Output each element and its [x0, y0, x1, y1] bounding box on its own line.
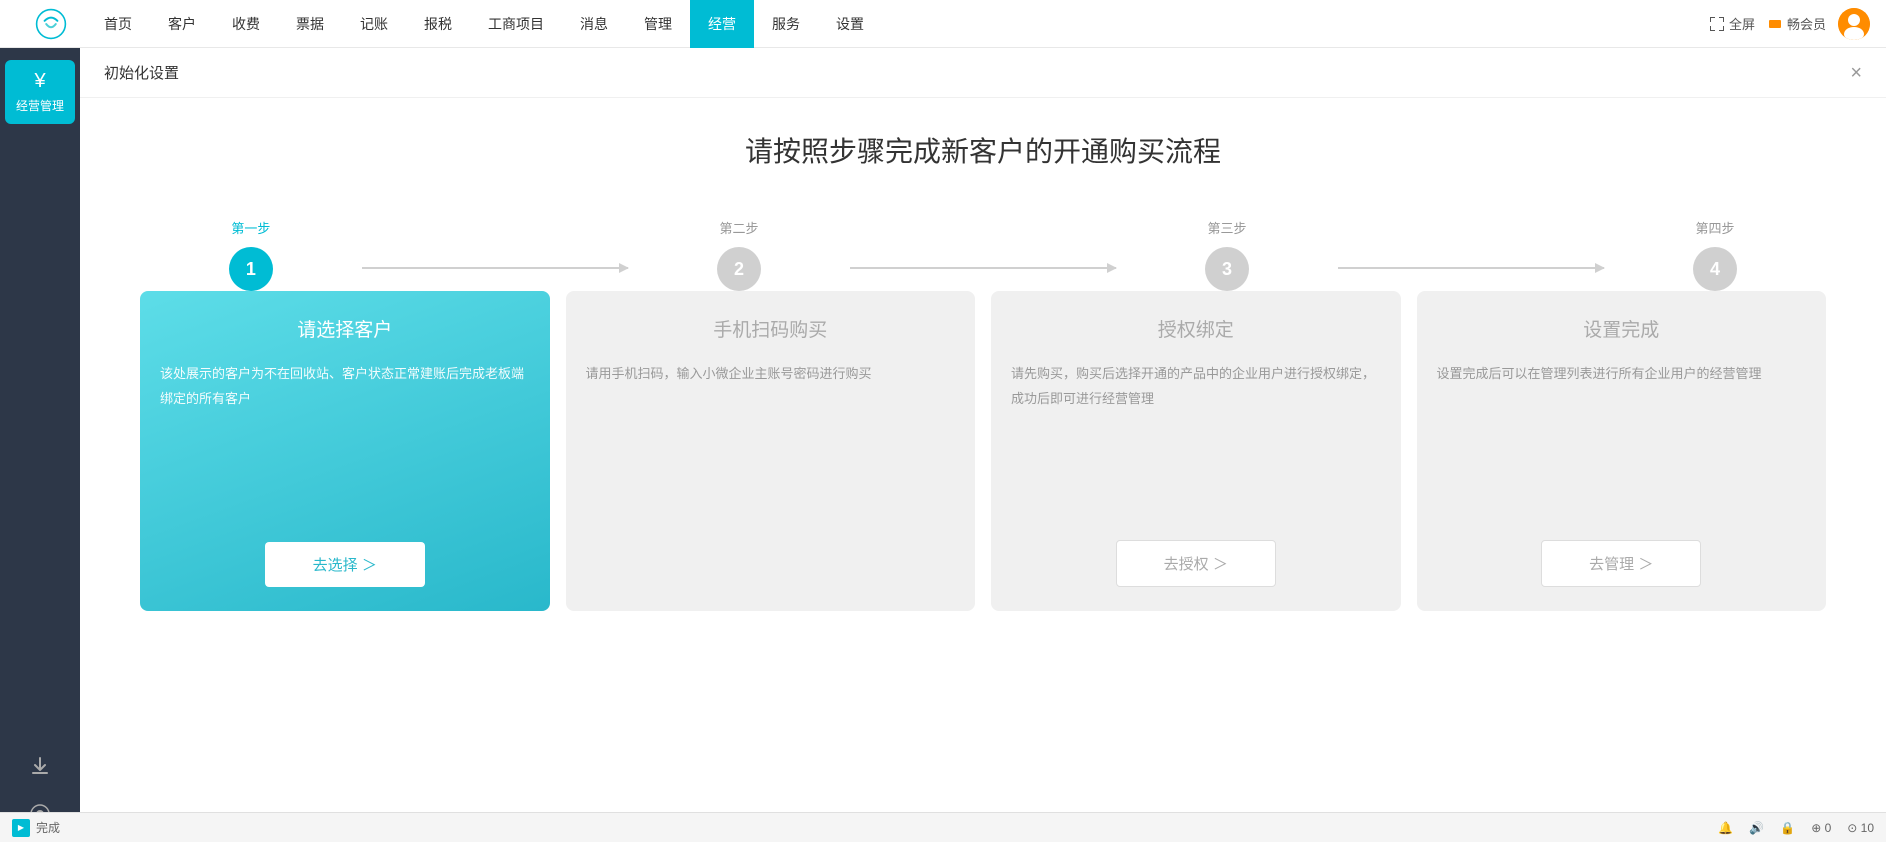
cards-row: 请选择客户 该处展示的客户为不在回收站、客户状态正常建账后完成老板端绑定的所有客… [140, 291, 1826, 611]
nav-item-manage[interactable]: 管理 [626, 0, 690, 48]
step-node-1: 第一步 1 [140, 218, 362, 291]
step-circle-2: 2 [717, 247, 761, 291]
step-label-1: 第一步 [231, 218, 270, 237]
nav-item-tax[interactable]: 报税 [406, 0, 470, 48]
status-volume-icon: 🔊 [1749, 821, 1764, 835]
go-authorize-button[interactable]: 去授权 ＞ [1116, 540, 1276, 587]
nav-item-customer[interactable]: 客户 [150, 0, 214, 48]
step-node-3: 第三步 3 [1116, 218, 1338, 291]
step-circle-3: 3 [1205, 247, 1249, 291]
connector-1 [362, 267, 628, 269]
card-action-3: 去授权 ＞ [1116, 540, 1276, 587]
step-card-1: 请选择客户 该处展示的客户为不在回收站、客户状态正常建账后完成老板端绑定的所有客… [140, 291, 550, 611]
status-bell-icon: 🔔 [1718, 821, 1733, 835]
nav-item-operation[interactable]: 经营 [690, 0, 754, 48]
go-select-button[interactable]: 去选择 ＞ [265, 542, 425, 587]
step-label-3: 第三步 [1208, 218, 1247, 237]
step-node-2: 第二步 2 [628, 218, 850, 291]
nav-items: 首页 客户 收费 票据 记账 报税 工商项目 消息 管理 经营 服务 设置 [86, 0, 1709, 48]
card-title-1: 请选择客户 [160, 315, 530, 342]
nav-item-home[interactable]: 首页 [86, 0, 150, 48]
status-bar-left: ▶ 完成 [12, 819, 60, 837]
card-desc-2: 请用手机扫码，输入小微企业主账号密码进行购买 [586, 362, 956, 387]
sidebar-item-operation[interactable]: ¥ 经营管理 [5, 60, 75, 124]
nav-item-message[interactable]: 消息 [562, 0, 626, 48]
sidebar-download-button[interactable] [15, 746, 65, 786]
step-label-2: 第二步 [719, 218, 758, 237]
step-card-4: 设置完成 设置完成后可以在管理列表进行所有企业用户的经营管理 去管理 ＞ [1417, 291, 1827, 611]
fullscreen-button[interactable]: 全屏 [1709, 14, 1755, 33]
main-layout: ¥ 经营管理 初始化设置 × 请按照步骤完成新客户的开通购买流程 第一步 [0, 48, 1886, 842]
steps-header: 第一步 1 第二步 2 [140, 218, 1826, 291]
nav-item-service[interactable]: 服务 [754, 0, 818, 48]
connector-arrow-1 [619, 263, 629, 273]
status-network: ⊕ 0 [1811, 821, 1831, 835]
page-title: 初始化设置 [104, 62, 179, 83]
page-header: 初始化设置 × [80, 48, 1886, 98]
step-circle-1: 1 [229, 247, 273, 291]
main-content: 初始化设置 × 请按照步骤完成新客户的开通购买流程 第一步 1 [80, 48, 1886, 842]
member-button[interactable]: 畅会员 [1767, 14, 1826, 33]
status-bar: ▶ 完成 🔔 🔊 🔒 ⊕ 0 ⊙ 10 [0, 812, 1886, 842]
card-desc-3: 请先购买，购买后选择开通的产品中的企业用户进行授权绑定，成功后即可进行经营管理 [1011, 362, 1381, 411]
flow-title: 请按照步骤完成新客户的开通购买流程 [140, 130, 1826, 170]
status-time: ⊙ 10 [1847, 821, 1874, 835]
card-title-2: 手机扫码购买 [586, 315, 956, 342]
nav-logo [16, 8, 86, 40]
nav-item-fee[interactable]: 收费 [214, 0, 278, 48]
step-circle-4: 4 [1693, 247, 1737, 291]
card-action-4: 去管理 ＞ [1541, 540, 1701, 587]
flow-container: 请按照步骤完成新客户的开通购买流程 第一步 1 第二步 [80, 98, 1886, 631]
connector-arrow-2 [1107, 263, 1117, 273]
status-bar-right: 🔔 🔊 🔒 ⊕ 0 ⊙ 10 [1718, 821, 1874, 835]
status-text: 完成 [36, 819, 60, 836]
connector-3 [1338, 267, 1604, 269]
step-card-3: 授权绑定 请先购买，购买后选择开通的产品中的企业用户进行授权绑定，成功后即可进行… [991, 291, 1401, 611]
card-title-4: 设置完成 [1437, 315, 1807, 342]
top-navigation: 首页 客户 收费 票据 记账 报税 工商项目 消息 管理 经营 服务 设置 全屏… [0, 0, 1886, 48]
status-lock-icon: 🔒 [1780, 821, 1795, 835]
connector-arrow-3 [1595, 263, 1605, 273]
yuan-icon: ¥ [34, 70, 45, 93]
step-card-2: 手机扫码购买 请用手机扫码，输入小微企业主账号密码进行购买 [566, 291, 976, 611]
user-avatar[interactable] [1838, 8, 1870, 40]
nav-item-invoice[interactable]: 票据 [278, 0, 342, 48]
nav-item-accounting[interactable]: 记账 [342, 0, 406, 48]
step-node-4: 第四步 4 [1604, 218, 1826, 291]
nav-item-settings[interactable]: 设置 [818, 0, 882, 48]
step-label-4: 第四步 [1696, 218, 1735, 237]
nav-item-business[interactable]: 工商项目 [470, 0, 562, 48]
card-desc-4: 设置完成后可以在管理列表进行所有企业用户的经营管理 [1437, 362, 1807, 387]
connector-2 [850, 267, 1116, 269]
nav-right: 全屏 畅会员 [1709, 8, 1870, 40]
card-desc-1: 该处展示的客户为不在回收站、客户状态正常建账后完成老板端绑定的所有客户 [160, 362, 530, 411]
sidebar: ¥ 经营管理 [0, 48, 80, 842]
card-action-1: 去选择 ＞ [265, 542, 425, 587]
close-button[interactable]: × [1850, 63, 1862, 83]
card-title-3: 授权绑定 [1011, 315, 1381, 342]
go-manage-button[interactable]: 去管理 ＞ [1541, 540, 1701, 587]
play-button[interactable]: ▶ [12, 819, 30, 837]
